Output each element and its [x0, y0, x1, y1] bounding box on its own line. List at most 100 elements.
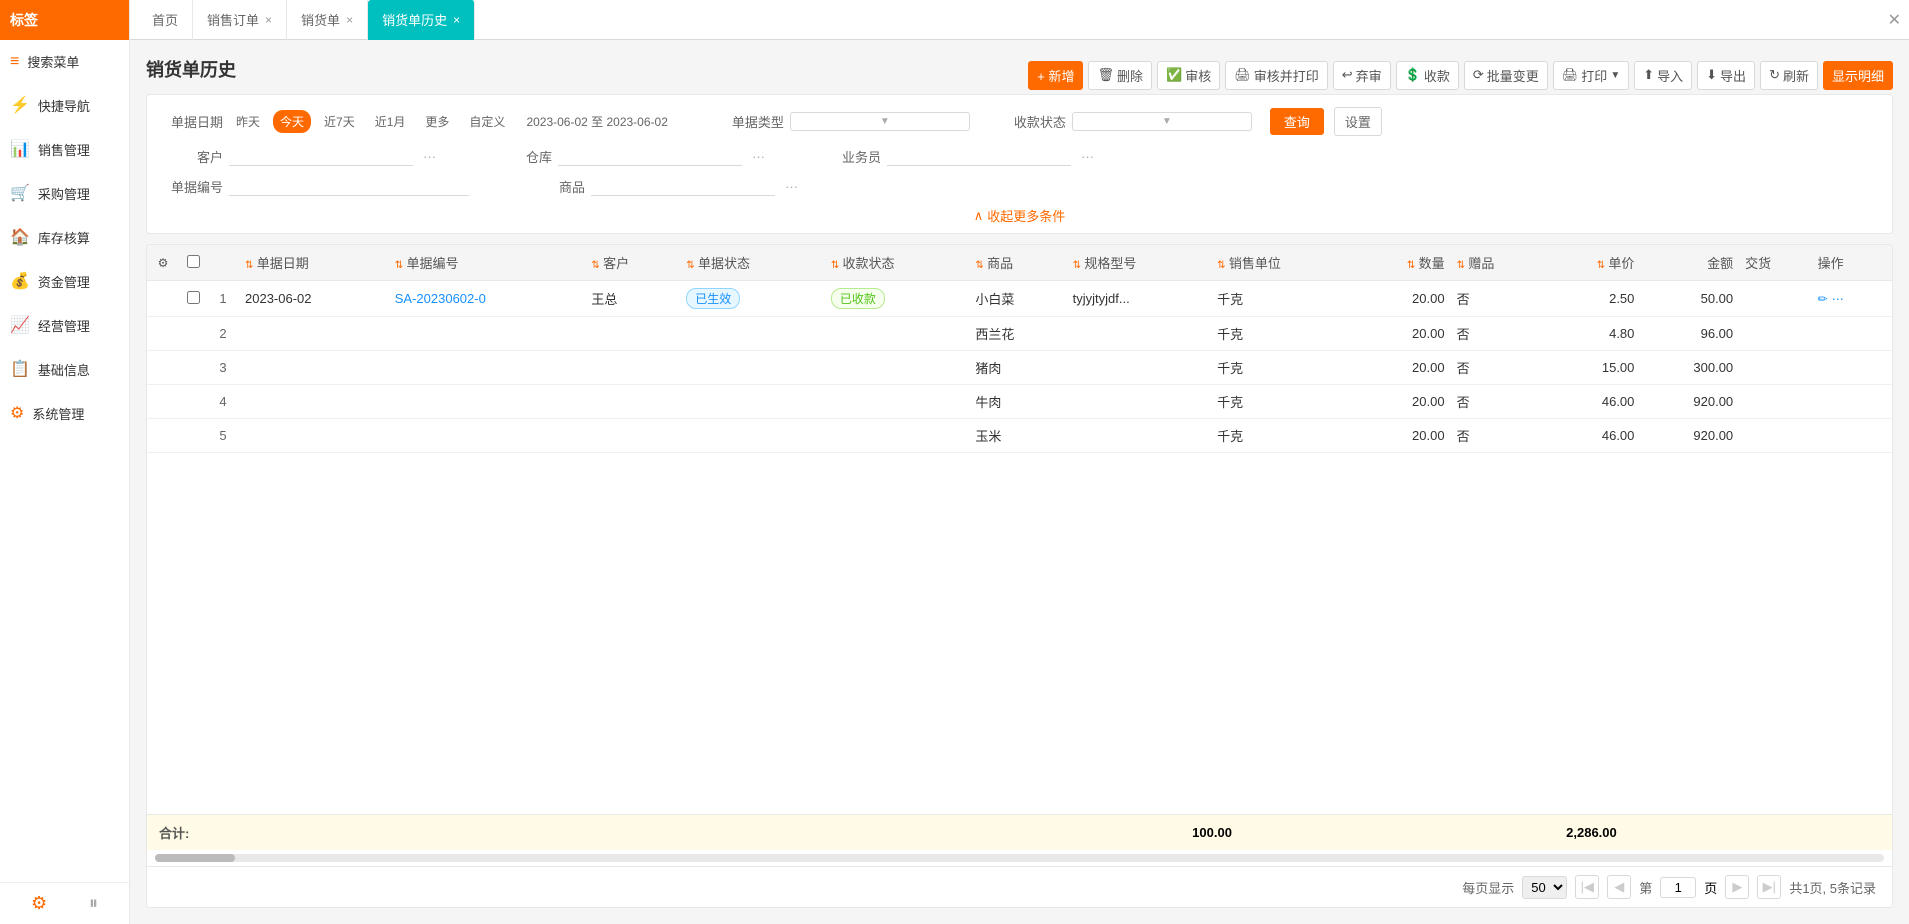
row-checkbox[interactable]: [179, 317, 207, 351]
sidebar-item-inventory[interactable]: 🏠 库存核算: [0, 215, 129, 259]
abandon-button[interactable]: ↩ 弃审: [1333, 61, 1391, 90]
date-btn-1month[interactable]: 近1月: [368, 110, 413, 133]
quick-nav-icon: ⚡: [10, 95, 30, 115]
sidebar-item-purchase-mgmt[interactable]: 🛒 采购管理: [0, 171, 129, 215]
import-button[interactable]: ⬆ 导入: [1634, 61, 1692, 90]
row-order-no[interactable]: [389, 385, 586, 419]
customer-input[interactable]: [229, 146, 413, 166]
col-checkbox[interactable]: [179, 245, 207, 281]
col-gift[interactable]: ⇅ 赠品: [1451, 245, 1546, 281]
sidebar-label-search-menu: 搜索菜单: [27, 52, 79, 71]
search-button[interactable]: 查询: [1270, 108, 1324, 135]
tab-sales-history-close[interactable]: ×: [453, 13, 460, 27]
print-button[interactable]: 🖨 打印 ▼: [1553, 61, 1629, 90]
row-checkbox[interactable]: [179, 385, 207, 419]
delete-button[interactable]: 🗑 删除: [1088, 61, 1152, 90]
row-order-no[interactable]: [389, 351, 586, 385]
page-prev-button[interactable]: ◀: [1607, 875, 1631, 899]
date-btn-more[interactable]: 更多: [418, 110, 456, 133]
doc-no-input[interactable]: [229, 176, 469, 196]
col-delivery[interactable]: 交货: [1739, 245, 1812, 281]
table-scroll[interactable]: ⚙ ⇅ 单据日期 ⇅ 单据编号 ⇅ 客户 ⇅ 单据状态 ⇅ 收款状态 ⇅ 商品 …: [147, 245, 1892, 814]
page-first-button[interactable]: |◀: [1575, 875, 1599, 899]
select-all-checkbox[interactable]: [187, 255, 200, 268]
sidebar-item-search-menu[interactable]: ≡ 搜索菜单: [0, 40, 129, 83]
sidebar-item-basic-info[interactable]: 📋 基础信息: [0, 347, 129, 391]
customer-dots[interactable]: ···: [423, 149, 436, 164]
col-customer[interactable]: ⇅ 客户: [585, 245, 680, 281]
settings-filter-button[interactable]: 设置: [1334, 107, 1382, 136]
date-btn-custom[interactable]: 自定义: [462, 110, 512, 133]
warehouse-input[interactable]: [558, 146, 742, 166]
tab-home[interactable]: 首页: [138, 0, 193, 40]
tab-sales-delivery[interactable]: 销货单 ×: [287, 0, 368, 40]
sidebar-collapse-icon[interactable]: ⏸: [89, 893, 98, 914]
batch-change-button[interactable]: ⟳ 批量变更: [1464, 61, 1548, 90]
tab-sales-history[interactable]: 销货单历史 ×: [368, 0, 475, 40]
tabs-close-all[interactable]: ✕: [1888, 10, 1901, 30]
col-order-no[interactable]: ⇅ 单据编号: [389, 245, 586, 281]
page-title: 销货单历史: [146, 56, 236, 82]
tab-sales-order-close[interactable]: ×: [265, 13, 272, 27]
row-checkbox[interactable]: [179, 419, 207, 453]
collect-button[interactable]: 💲 收款: [1396, 61, 1459, 90]
row-order-no[interactable]: SA-20230602-0: [389, 281, 586, 317]
date-btn-yesterday[interactable]: 昨天: [229, 110, 267, 133]
row-no: 5: [207, 419, 239, 453]
page-last-button[interactable]: ▶|: [1757, 875, 1781, 899]
page-label: 页: [1704, 878, 1717, 897]
collect-status-select[interactable]: ▼: [1072, 112, 1252, 131]
show-detail-button[interactable]: 显示明细: [1823, 61, 1893, 90]
per-page-select[interactable]: 50: [1522, 876, 1567, 899]
doc-type-select[interactable]: ▼: [790, 112, 970, 131]
col-amount[interactable]: 金额: [1640, 245, 1739, 281]
col-spec[interactable]: ⇅ 规格型号: [1067, 245, 1212, 281]
row-qty: 20.00: [1356, 351, 1451, 385]
edit-op-btn[interactable]: ✏: [1818, 292, 1828, 306]
refresh-button[interactable]: ↻ 刷新: [1760, 61, 1818, 90]
staff-input[interactable]: [887, 146, 1071, 166]
col-qty[interactable]: ⇅ 数量: [1356, 245, 1451, 281]
row-checkbox[interactable]: [179, 351, 207, 385]
col-pay-status[interactable]: ⇅ 收款状态: [825, 245, 970, 281]
tab-sales-delivery-close[interactable]: ×: [346, 13, 353, 27]
page-number-input[interactable]: [1660, 877, 1696, 898]
collapse-button[interactable]: ∧ 收起更多条件: [163, 206, 1876, 225]
pagination-bar: 每页显示 50 |◀ ◀ 第 页 ▶ ▶| 共1页, 5条记录: [147, 866, 1892, 907]
sidebar-item-operations[interactable]: 📈 经营管理: [0, 303, 129, 347]
new-button[interactable]: + 新增: [1028, 61, 1083, 90]
date-btn-7days[interactable]: 近7天: [317, 110, 362, 133]
review-print-button[interactable]: 🖨 审核并打印: [1225, 61, 1328, 90]
tab-sales-order[interactable]: 销售订单 ×: [193, 0, 287, 40]
page-next-button[interactable]: ▶: [1725, 875, 1749, 899]
horizontal-scroll[interactable]: [147, 850, 1892, 866]
review-button[interactable]: ✅ 审核: [1157, 61, 1220, 90]
col-goods[interactable]: ⇅ 商品: [969, 245, 1066, 281]
col-unit[interactable]: ⇅ 销售单位: [1211, 245, 1356, 281]
date-btn-today[interactable]: 今天: [273, 110, 311, 133]
row-actions: ✏⋯: [1812, 281, 1892, 317]
col-doc-status[interactable]: ⇅ 单据状态: [680, 245, 825, 281]
row-checkbox[interactable]: [179, 281, 207, 317]
col-date[interactable]: ⇅ 单据日期: [239, 245, 389, 281]
warehouse-dots[interactable]: ···: [752, 149, 765, 164]
row-select-checkbox[interactable]: [187, 291, 200, 304]
sidebar-item-finance[interactable]: 💰 资金管理: [0, 259, 129, 303]
row-doc-status: 已生效: [680, 281, 825, 317]
goods-label: 商品: [525, 177, 585, 196]
sidebar-settings-icon[interactable]: ⚙: [31, 893, 47, 914]
more-op-btn[interactable]: ⋯: [1832, 292, 1844, 306]
row-doc-status: [680, 419, 825, 453]
goods-input[interactable]: [591, 176, 775, 196]
sidebar-item-system-mgmt[interactable]: ⚙ 系统管理: [0, 391, 129, 435]
staff-dots[interactable]: ···: [1081, 149, 1094, 164]
sidebar-item-quick-nav[interactable]: ⚡ 快捷导航: [0, 83, 129, 127]
goods-dots[interactable]: ···: [785, 179, 798, 194]
col-price[interactable]: ⇅ 单价: [1546, 245, 1641, 281]
sidebar-item-sales-mgmt[interactable]: 📊 销售管理: [0, 127, 129, 171]
export-button[interactable]: ⬇ 导出: [1697, 61, 1755, 90]
row-order-no[interactable]: [389, 419, 586, 453]
filter-section: 单据日期 昨天 今天 近7天 近1月 更多 自定义 2023-06-02 至 2…: [146, 94, 1893, 234]
row-order-no[interactable]: [389, 317, 586, 351]
col-settings[interactable]: ⚙: [147, 245, 179, 281]
